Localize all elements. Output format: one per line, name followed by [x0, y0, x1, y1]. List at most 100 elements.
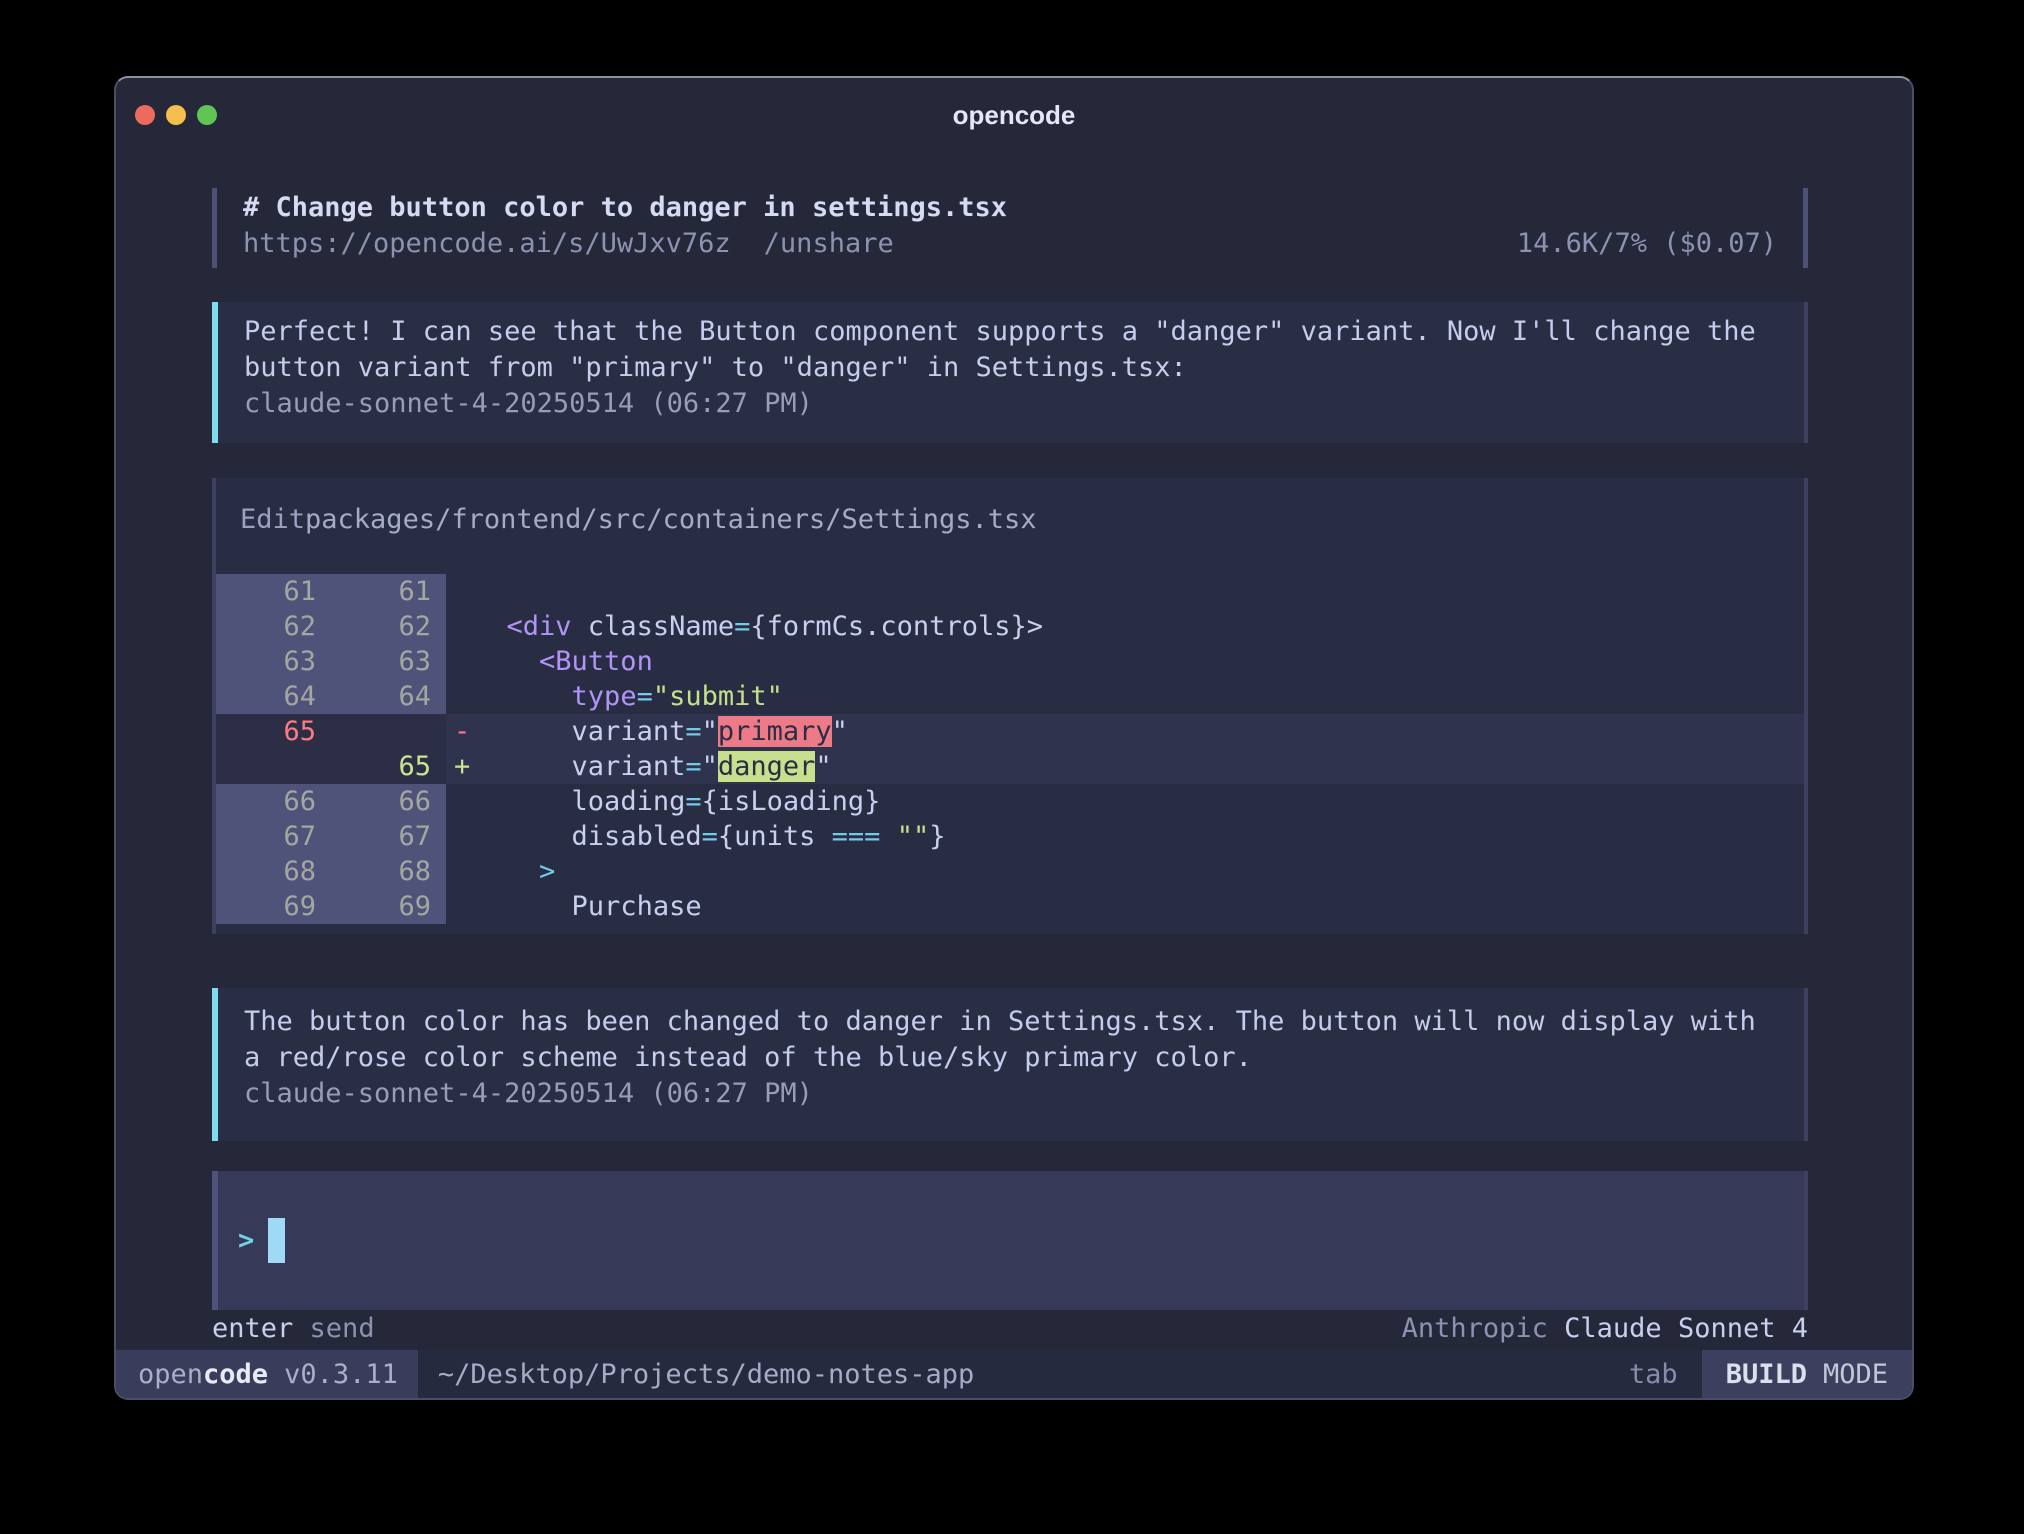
code-token: [474, 611, 507, 642]
code-line: [474, 574, 1804, 609]
diff-row: 6969 Purchase: [216, 889, 1804, 924]
app-name-open: open: [138, 1359, 203, 1390]
new-line-number: 66: [331, 784, 446, 819]
diff-row: 6161: [216, 574, 1804, 609]
new-line-number: 69: [331, 889, 446, 924]
token-usage-stats: 14.6K/7% ($0.07): [1517, 226, 1777, 262]
app-version: v0.3.11: [284, 1359, 398, 1390]
code-token: type: [572, 681, 637, 712]
diff-sign: -: [446, 714, 474, 749]
close-button[interactable]: [135, 105, 155, 125]
code-token: =: [685, 716, 701, 747]
code-token: [474, 786, 572, 817]
message-line: The button color has been changed to dan…: [244, 1004, 1804, 1040]
old-line-number: 66: [216, 784, 331, 819]
share-url-link[interactable]: https://opencode.ai/s/UwJxv76z: [243, 226, 731, 262]
new-line-number: 64: [331, 679, 446, 714]
message-model-timestamp: claude-sonnet-4-20250514 (06:27 PM): [244, 1076, 1804, 1112]
old-line-number: [216, 749, 331, 784]
code-line: type="submit": [474, 679, 1804, 714]
code-token: variant: [572, 751, 686, 782]
traffic-lights: [135, 105, 217, 125]
message-line: Perfect! I can see that the Button compo…: [244, 314, 1804, 350]
code-line: variant="danger": [474, 749, 1804, 784]
model-label: Claude Sonnet 4: [1564, 1313, 1808, 1344]
diff-sign: [446, 609, 474, 644]
code-token: danger: [718, 751, 816, 782]
code-token: {formCs.controls}>: [750, 611, 1043, 642]
diff-rows: 61616262 <div className={formCs.controls…: [216, 574, 1804, 924]
old-line-number: 64: [216, 679, 331, 714]
new-line-number: 61: [331, 574, 446, 609]
maximize-button[interactable]: [197, 105, 217, 125]
assistant-message: The button color has been changed to dan…: [212, 988, 1808, 1141]
diff-sign: [446, 679, 474, 714]
send-action-label: [293, 1313, 309, 1344]
code-line: <div className={formCs.controls}>: [474, 609, 1804, 644]
diff-row: 65 - variant="primary": [216, 714, 1804, 749]
diff-sign: [446, 574, 474, 609]
working-directory: ~/Desktop/Projects/demo-notes-app: [438, 1359, 974, 1390]
edit-file-path: packages/frontend/src/containers/Setting…: [305, 504, 1037, 535]
status-bar: opencode v0.3.11 ~/Desktop/Projects/demo-…: [116, 1350, 1912, 1398]
enter-key-hint: enter: [212, 1313, 293, 1344]
diff-sign: [446, 819, 474, 854]
app-name-code: code: [203, 1359, 268, 1390]
diff-sign: [446, 644, 474, 679]
old-line-number: 63: [216, 644, 331, 679]
new-line-number: 62: [331, 609, 446, 644]
session-subheader: https://opencode.ai/s/UwJxv76z /unshare …: [243, 226, 1777, 262]
message-model-timestamp: claude-sonnet-4-20250514 (06:27 PM): [244, 386, 1804, 422]
edit-verb: Edit: [240, 504, 305, 535]
diff-row: 6767 disabled={units === ""}: [216, 819, 1804, 854]
diff-row: 6464 type="submit": [216, 679, 1804, 714]
code-line: Purchase: [474, 889, 1804, 924]
mode-chip[interactable]: BUILDMODE: [1702, 1350, 1912, 1398]
prompt-input[interactable]: >: [212, 1171, 1808, 1310]
old-line-number: 65: [216, 714, 331, 749]
text-cursor: [268, 1218, 285, 1263]
code-token: }: [929, 821, 945, 852]
diff-row: 6868 >: [216, 854, 1804, 889]
code-token: =: [685, 786, 701, 817]
code-line: loading={isLoading}: [474, 784, 1804, 819]
titlebar: opencode: [116, 78, 1912, 148]
diff-sign: [446, 784, 474, 819]
provider-label: Anthropic: [1402, 1313, 1548, 1344]
new-line-number: 63: [331, 644, 446, 679]
code-line: variant="primary": [474, 714, 1804, 749]
code-token: [474, 891, 572, 922]
code-token: [474, 751, 572, 782]
code-token: >: [539, 856, 555, 887]
code-token: [474, 646, 539, 677]
old-line-number: 68: [216, 854, 331, 889]
code-token: [474, 681, 572, 712]
diff-sign: [446, 854, 474, 889]
message-line: button variant from "primary" to "danger…: [244, 350, 1804, 386]
code-token: =: [702, 821, 718, 852]
old-line-number: 69: [216, 889, 331, 924]
old-line-number: 62: [216, 609, 331, 644]
header-spacer: [894, 226, 1517, 262]
app-version-chip: opencode v0.3.11: [116, 1350, 418, 1398]
edit-tool-title: Editpackages/frontend/src/containers/Set…: [216, 502, 1804, 538]
code-token: {units: [718, 821, 832, 852]
message-line: a red/rose color scheme instead of the b…: [244, 1040, 1804, 1076]
code-token: ===: [832, 821, 881, 852]
code-token: Purchase: [572, 891, 702, 922]
session-title: # Change button color to danger in setti…: [243, 190, 1777, 226]
session-header: # Change button color to danger in setti…: [212, 188, 1808, 268]
code-token: primary: [718, 716, 832, 747]
code-token: ": [702, 716, 718, 747]
prompt-char: >: [238, 1225, 254, 1256]
hint-row: enter send Anthropic Claude Sonnet 4: [212, 1310, 1808, 1347]
code-line: disabled={units === ""}: [474, 819, 1804, 854]
code-token: ": [832, 716, 848, 747]
minimize-button[interactable]: [166, 105, 186, 125]
code-line: <Button: [474, 644, 1804, 679]
new-line-number: 67: [331, 819, 446, 854]
diff-sign: +: [446, 749, 474, 784]
old-line-number: 67: [216, 819, 331, 854]
unshare-command[interactable]: /unshare: [764, 226, 894, 262]
window-title: opencode: [116, 78, 1912, 152]
